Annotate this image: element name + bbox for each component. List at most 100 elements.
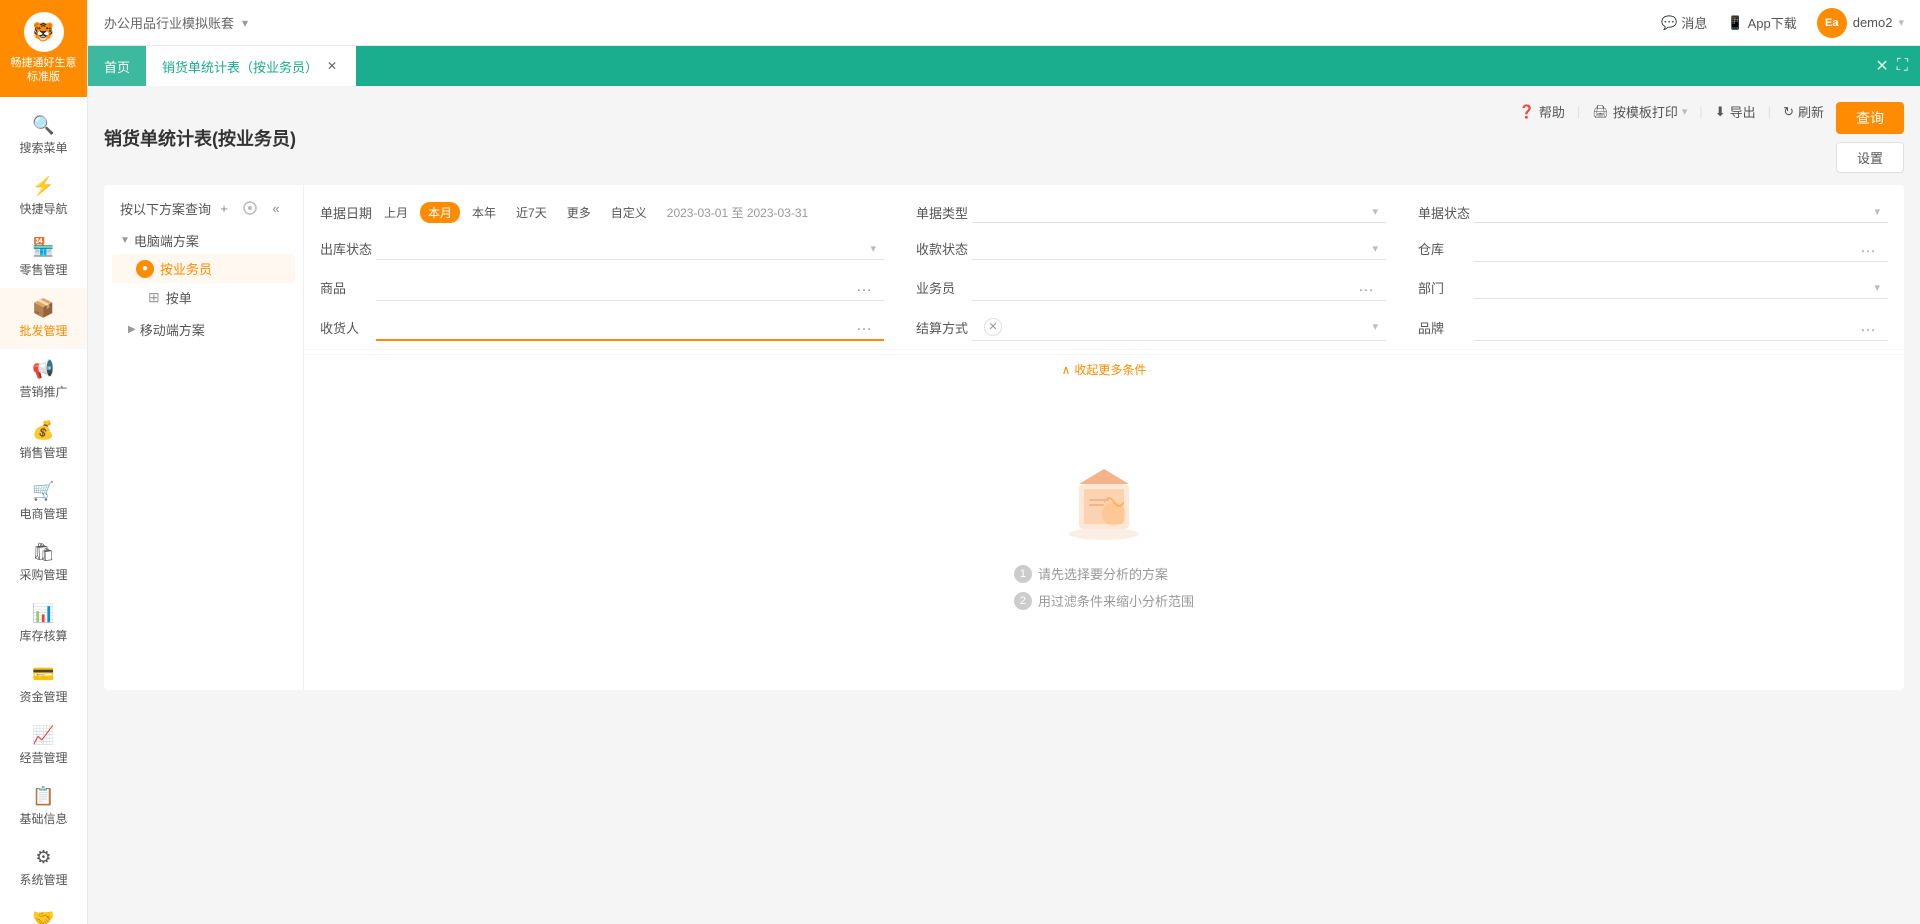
receipt-status-label: 收款状态 xyxy=(916,239,972,258)
scheme-group-pc: ▼ 电脑端方案 ● 按业务员 ⊞ 按单 xyxy=(112,227,295,312)
filter-row-3: 商品 … 业务员 … xyxy=(320,274,1888,301)
edit-icon xyxy=(243,201,257,215)
sidebar-item-inventory[interactable]: 📊 库存核算 xyxy=(0,593,87,654)
chevron-right-icon: ▶ xyxy=(128,324,136,335)
filter-row-1: 单据日期 上月 本月 本年 近7天 更多 自定义 xyxy=(320,201,1888,223)
logo-icon: 🐯 xyxy=(24,12,64,52)
salesperson-input[interactable]: … xyxy=(972,274,1386,301)
tab-close-icon[interactable]: ✕ xyxy=(324,58,340,74)
brand-input[interactable]: … xyxy=(1474,314,1888,341)
message-button[interactable]: 💬 消息 xyxy=(1661,13,1707,32)
brand-ellipsis[interactable]: … xyxy=(1856,318,1880,336)
sidebar-item-operation[interactable]: 📈 经营管理 xyxy=(0,715,87,776)
scheme-group-mobile-header[interactable]: ▶ 移动端方案 xyxy=(112,316,295,343)
filter-settlement: 结算方式 ✕ ▾ xyxy=(916,314,1386,341)
goods-input[interactable]: … xyxy=(376,274,884,301)
help-button[interactable]: ❓ 帮助 xyxy=(1519,102,1565,121)
tab-close-all-icon[interactable]: ✕ xyxy=(1875,56,1888,76)
sidebar-item-basic[interactable]: 📋 基础信息 xyxy=(0,776,87,837)
scheme-order-icon: ⊞ xyxy=(148,289,160,306)
tab-expand-icon[interactable]: ⛶ xyxy=(1897,57,1908,75)
empty-tips: 1 请先选择要分析的方案 2 用过滤条件来缩小分析范围 xyxy=(1014,564,1194,610)
out-status-select[interactable]: ▾ xyxy=(376,238,884,260)
goods-ellipsis[interactable]: … xyxy=(852,278,876,296)
scheme-item-salesperson[interactable]: ● 按业务员 xyxy=(112,254,295,283)
receiver-ellipsis[interactable]: … xyxy=(852,317,876,335)
date-tab-this-month[interactable]: 本月 xyxy=(420,202,460,223)
sidebar-item-retail[interactable]: 🏪 零售管理 xyxy=(0,227,87,288)
doc-status-select[interactable]: ▾ xyxy=(1474,201,1888,223)
system-icon: ⚙ xyxy=(35,847,51,868)
warehouse-ellipsis[interactable]: … xyxy=(1856,239,1880,257)
page-content: 销货单统计表(按业务员) ❓ 帮助 | 🖨 按模板打印 ▾ | xyxy=(88,86,1920,924)
sidebar-item-purchase[interactable]: 🛍 采购管理 xyxy=(0,532,87,593)
tab-home[interactable]: 首页 xyxy=(88,46,146,86)
doc-status-label: 单据状态 xyxy=(1418,203,1474,222)
date-tab-7days[interactable]: 近7天 xyxy=(508,202,555,223)
sales-icon: 💰 xyxy=(32,420,54,441)
sidebar-item-wholesale[interactable]: 📦 批发管理 xyxy=(0,288,87,349)
settlement-select[interactable]: ✕ ▾ xyxy=(972,314,1386,341)
phone-icon: 📱 xyxy=(1727,15,1743,31)
tab-sales-stat[interactable]: 销货单统计表（按业务员） ✕ xyxy=(146,46,356,86)
print-dropdown-icon: ▾ xyxy=(1682,105,1688,118)
setting-button[interactable]: 设置 xyxy=(1836,142,1904,173)
date-tab-custom[interactable]: 自定义 xyxy=(603,202,655,223)
dept-select[interactable]: ▾ xyxy=(1474,277,1888,299)
app-download-button[interactable]: 📱 App下载 xyxy=(1727,13,1796,32)
sidebar-item-finance[interactable]: 💳 资金管理 xyxy=(0,654,87,715)
sidebar: 🐯 畅捷通好生意 标准版 🔍 搜索菜单 ⚡ 快捷导航 🏪 零售管理 📦 批发管理… xyxy=(0,0,88,924)
salesperson-ellipsis[interactable]: … xyxy=(1354,278,1378,296)
settlement-clear-button[interactable]: ✕ xyxy=(984,318,1002,336)
export-icon: ⬇ xyxy=(1715,104,1726,120)
scheme-edit-button[interactable] xyxy=(239,197,261,219)
receiver-input[interactable]: … xyxy=(376,313,884,341)
receipt-status-select[interactable]: ▾ xyxy=(972,238,1386,260)
help-icon: ❓ xyxy=(1519,104,1535,120)
separator2: | xyxy=(1699,104,1702,119)
out-status-dropdown-icon: ▾ xyxy=(870,242,876,255)
refresh-button[interactable]: ↻ 刷新 xyxy=(1783,102,1824,121)
avatar: Ea xyxy=(1817,8,1847,38)
scheme-group-pc-title: 电脑端方案 xyxy=(134,231,199,250)
date-tab-this-year[interactable]: 本年 xyxy=(464,202,504,223)
scheme-collapse-button[interactable]: « xyxy=(265,197,287,219)
query-button[interactable]: 查询 xyxy=(1836,102,1904,134)
sidebar-nav: 🔍 搜索菜单 ⚡ 快捷导航 🏪 零售管理 📦 批发管理 📢 营销推广 💰 销售管… xyxy=(0,97,87,924)
filter-row-4: 收货人 … 结算方式 ✕ ▾ xyxy=(320,313,1888,341)
scheme-add-button[interactable]: + xyxy=(213,197,235,219)
collapse-more-button[interactable]: ∧ 收起更多条件 xyxy=(304,354,1904,384)
logo-area[interactable]: 🐯 畅捷通好生意 标准版 xyxy=(0,0,87,97)
sidebar-item-corp[interactable]: 🤝 企业协同 xyxy=(0,898,87,924)
scheme-group-pc-header[interactable]: ▼ 电脑端方案 xyxy=(112,227,295,254)
user-menu[interactable]: Ea demo2 ▾ xyxy=(1817,8,1904,38)
export-button[interactable]: ⬇ 导出 xyxy=(1715,102,1756,121)
filter-out-status: 出库状态 ▾ xyxy=(320,238,884,260)
header-left: 办公用品行业模拟账套 ▾ xyxy=(104,13,248,32)
dept-dropdown-icon: ▾ xyxy=(1874,281,1880,294)
scheme-item-order[interactable]: ⊞ 按单 xyxy=(112,283,295,312)
sidebar-item-system[interactable]: ⚙ 系统管理 xyxy=(0,837,87,898)
refresh-icon: ↻ xyxy=(1783,104,1794,120)
sidebar-item-ecommerce[interactable]: 🛒 电商管理 xyxy=(0,471,87,532)
warehouse-input[interactable]: … xyxy=(1474,235,1888,262)
scheme-group-mobile: ▶ 移动端方案 xyxy=(112,316,295,343)
separator3: | xyxy=(1768,104,1771,119)
sidebar-item-quicknav[interactable]: ⚡ 快捷导航 xyxy=(0,166,87,227)
sidebar-item-marketing[interactable]: 📢 营销推广 xyxy=(0,349,87,410)
breadcrumb-dropdown-icon[interactable]: ▾ xyxy=(242,16,248,30)
sidebar-item-sales[interactable]: 💰 销售管理 xyxy=(0,410,87,471)
scheme-group-mobile-title: 移动端方案 xyxy=(140,320,205,339)
date-tab-last-month[interactable]: 上月 xyxy=(376,202,416,223)
page-title-actions: ❓ 帮助 | 🖨 按模板打印 ▾ | ⬇ 导出 xyxy=(1519,102,1824,121)
doc-type-select[interactable]: ▾ xyxy=(972,201,1386,223)
date-tab-more[interactable]: 更多 xyxy=(559,202,599,223)
scheme-panel: 按以下方案查询 + « ▼ 电脑端方案 xyxy=(104,185,304,690)
main-content-area: 单据日期 上月 本月 本年 近7天 更多 自定义 xyxy=(304,185,1904,690)
goods-label: 商品 xyxy=(320,278,376,297)
date-range: 2023-03-01 至 2023-03-31 xyxy=(667,204,808,221)
sidebar-item-search[interactable]: 🔍 搜索菜单 xyxy=(0,105,87,166)
date-tabs: 上月 本月 本年 近7天 更多 自定义 xyxy=(376,202,655,223)
print-button[interactable]: 🖨 按模板打印 ▾ xyxy=(1592,102,1687,121)
filter-doc-status: 单据状态 ▾ xyxy=(1418,201,1888,223)
